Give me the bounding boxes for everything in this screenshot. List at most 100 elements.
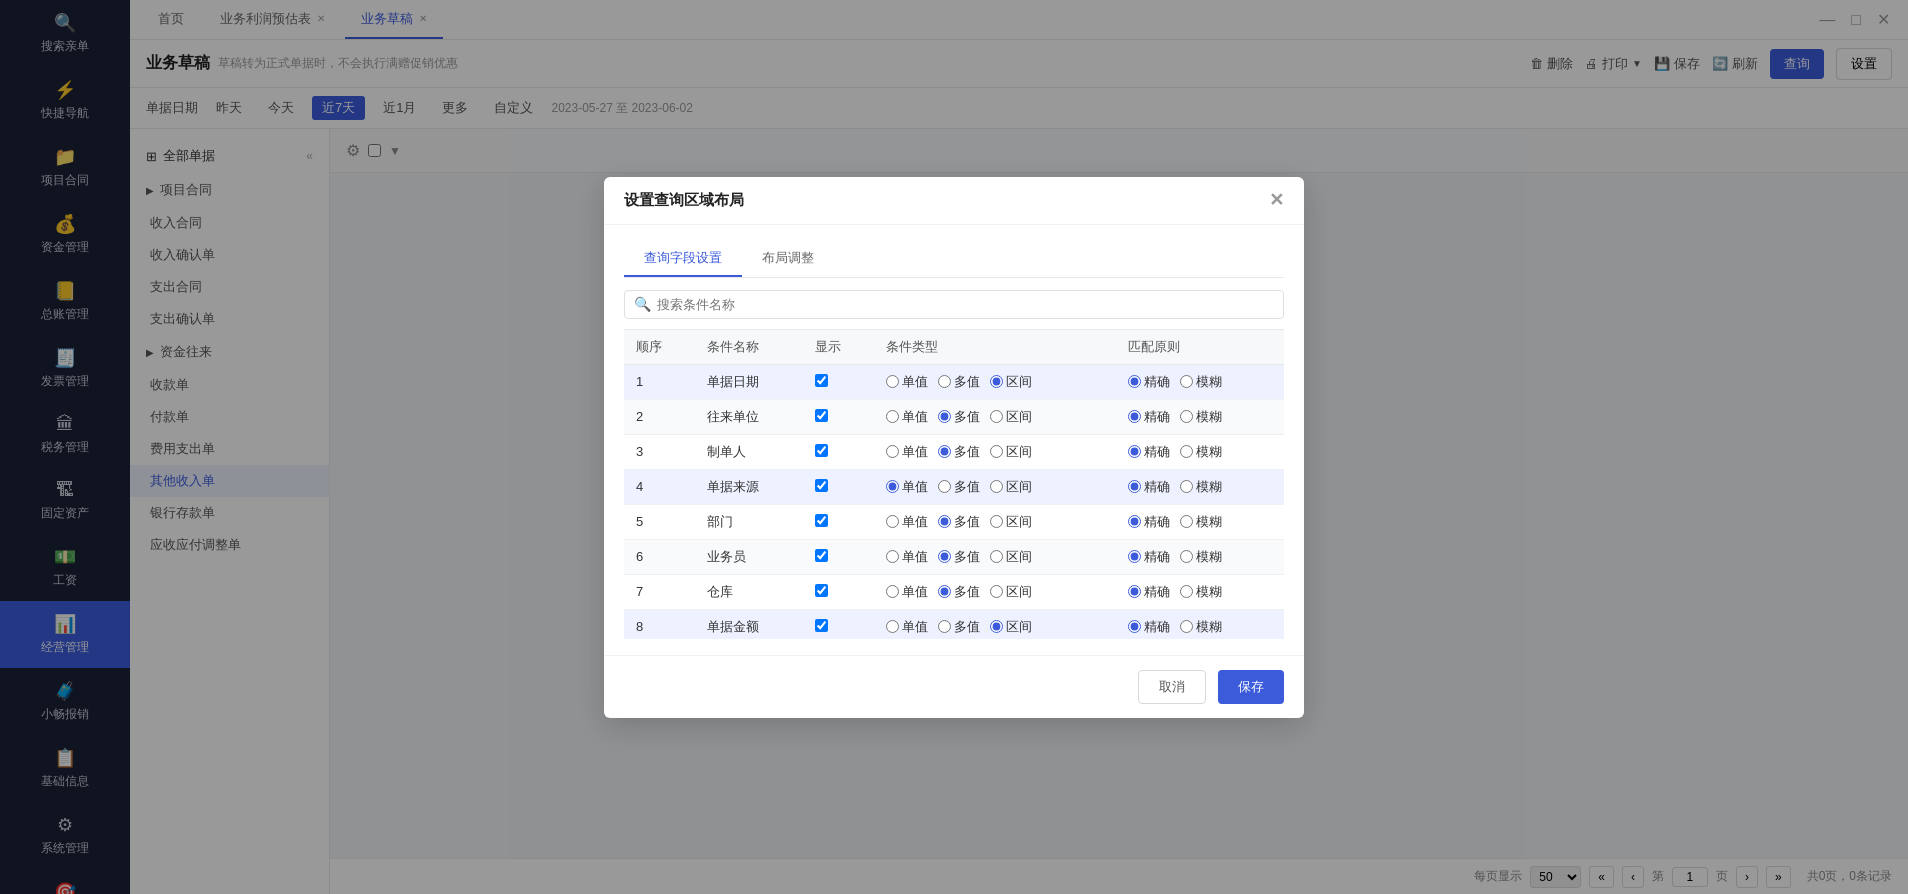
cell-match[interactable]: 精确模糊 [1116,434,1284,469]
col-display: 显示 [803,329,874,364]
display-checkbox[interactable] [815,619,828,632]
cell-type[interactable]: 单值多值区间 [874,434,1116,469]
cell-display[interactable] [803,364,874,399]
cancel-button[interactable]: 取消 [1138,670,1206,704]
display-checkbox[interactable] [815,374,828,387]
radio-match-精确[interactable]: 精确 [1128,373,1170,391]
radio-match-精确[interactable]: 精确 [1128,583,1170,601]
radio-type-区间[interactable]: 区间 [990,583,1032,601]
radio-match-精确[interactable]: 精确 [1128,513,1170,531]
radio-match-模糊[interactable]: 模糊 [1180,408,1222,426]
save-dialog-button[interactable]: 保存 [1218,670,1284,704]
table-row[interactable]: 2往来单位单值多值区间精确模糊 [624,399,1284,434]
radio-match-精确[interactable]: 精确 [1128,478,1170,496]
table-row[interactable]: 7仓库单值多值区间精确模糊 [624,574,1284,609]
cell-display[interactable] [803,399,874,434]
table-row[interactable]: 4单据来源单值多值区间精确模糊 [624,469,1284,504]
table-row[interactable]: 1单据日期单值多值区间精确模糊 [624,364,1284,399]
radio-type-多值[interactable]: 多值 [938,513,980,531]
dialog-tab-fields[interactable]: 查询字段设置 [624,241,742,277]
cell-type[interactable]: 单值多值区间 [874,399,1116,434]
cell-order: 1 [624,364,695,399]
cell-match[interactable]: 精确模糊 [1116,574,1284,609]
radio-type-区间[interactable]: 区间 [990,513,1032,531]
radio-type-单值[interactable]: 单值 [886,548,928,566]
display-checkbox[interactable] [815,444,828,457]
table-row[interactable]: 8单据金额单值多值区间精确模糊 [624,609,1284,639]
cell-name: 仓库 [695,574,803,609]
radio-type-区间[interactable]: 区间 [990,408,1032,426]
cell-match[interactable]: 精确模糊 [1116,399,1284,434]
dialog-tab-layout[interactable]: 布局调整 [742,241,834,277]
radio-type-多值[interactable]: 多值 [938,373,980,391]
cell-match[interactable]: 精确模糊 [1116,539,1284,574]
radio-match-模糊[interactable]: 模糊 [1180,583,1222,601]
display-checkbox[interactable] [815,514,828,527]
dialog-header: 设置查询区域布局 ✕ [604,177,1304,225]
radio-match-精确[interactable]: 精确 [1128,548,1170,566]
radio-type-区间[interactable]: 区间 [990,478,1032,496]
cell-match[interactable]: 精确模糊 [1116,504,1284,539]
radio-type-多值[interactable]: 多值 [938,443,980,461]
radio-match-精确[interactable]: 精确 [1128,408,1170,426]
search-bar: 🔍 [624,290,1284,319]
cell-type[interactable]: 单值多值区间 [874,364,1116,399]
radio-type-多值[interactable]: 多值 [938,583,980,601]
radio-type-单值[interactable]: 单值 [886,408,928,426]
radio-match-模糊[interactable]: 模糊 [1180,373,1222,391]
col-type: 条件类型 [874,329,1116,364]
radio-type-单值[interactable]: 单值 [886,478,928,496]
cell-match[interactable]: 精确模糊 [1116,469,1284,504]
radio-type-多值[interactable]: 多值 [938,408,980,426]
display-checkbox[interactable] [815,409,828,422]
table-row[interactable]: 3制单人单值多值区间精确模糊 [624,434,1284,469]
cell-display[interactable] [803,609,874,639]
radio-type-多值[interactable]: 多值 [938,618,980,636]
cell-type[interactable]: 单值多值区间 [874,504,1116,539]
table-row[interactable]: 6业务员单值多值区间精确模糊 [624,539,1284,574]
display-checkbox[interactable] [815,584,828,597]
display-checkbox[interactable] [815,549,828,562]
col-name: 条件名称 [695,329,803,364]
cell-name: 制单人 [695,434,803,469]
cell-type[interactable]: 单值多值区间 [874,539,1116,574]
cell-match[interactable]: 精确模糊 [1116,364,1284,399]
display-checkbox[interactable] [815,479,828,492]
radio-type-区间[interactable]: 区间 [990,443,1032,461]
radio-match-模糊[interactable]: 模糊 [1180,478,1222,496]
radio-type-单值[interactable]: 单值 [886,583,928,601]
radio-match-模糊[interactable]: 模糊 [1180,443,1222,461]
radio-match-模糊[interactable]: 模糊 [1180,548,1222,566]
radio-type-多值[interactable]: 多值 [938,548,980,566]
cell-type[interactable]: 单值多值区间 [874,574,1116,609]
radio-type-区间[interactable]: 区间 [990,373,1032,391]
radio-match-模糊[interactable]: 模糊 [1180,513,1222,531]
cell-type[interactable]: 单值多值区间 [874,609,1116,639]
cell-name: 业务员 [695,539,803,574]
radio-type-区间[interactable]: 区间 [990,548,1032,566]
cell-display[interactable] [803,504,874,539]
cell-display[interactable] [803,469,874,504]
radio-type-多值[interactable]: 多值 [938,478,980,496]
table-row[interactable]: 5部门单值多值区间精确模糊 [624,504,1284,539]
radio-type-单值[interactable]: 单值 [886,513,928,531]
dialog-close-button[interactable]: ✕ [1269,191,1284,209]
radio-type-区间[interactable]: 区间 [990,618,1032,636]
cell-display[interactable] [803,434,874,469]
radio-match-精确[interactable]: 精确 [1128,618,1170,636]
cell-order: 2 [624,399,695,434]
cell-order: 5 [624,504,695,539]
radio-type-单值[interactable]: 单值 [886,373,928,391]
cell-match[interactable]: 精确模糊 [1116,609,1284,639]
radio-type-单值[interactable]: 单值 [886,618,928,636]
cell-display[interactable] [803,574,874,609]
radio-match-精确[interactable]: 精确 [1128,443,1170,461]
cell-name: 单据来源 [695,469,803,504]
cell-type[interactable]: 单值多值区间 [874,469,1116,504]
radio-match-模糊[interactable]: 模糊 [1180,618,1222,636]
dialog-overlay[interactable]: 设置查询区域布局 ✕ 查询字段设置 布局调整 🔍 顺序 [0,0,1908,894]
radio-type-单值[interactable]: 单值 [886,443,928,461]
cell-display[interactable] [803,539,874,574]
search-input[interactable] [624,290,1284,319]
cell-name: 单据日期 [695,364,803,399]
